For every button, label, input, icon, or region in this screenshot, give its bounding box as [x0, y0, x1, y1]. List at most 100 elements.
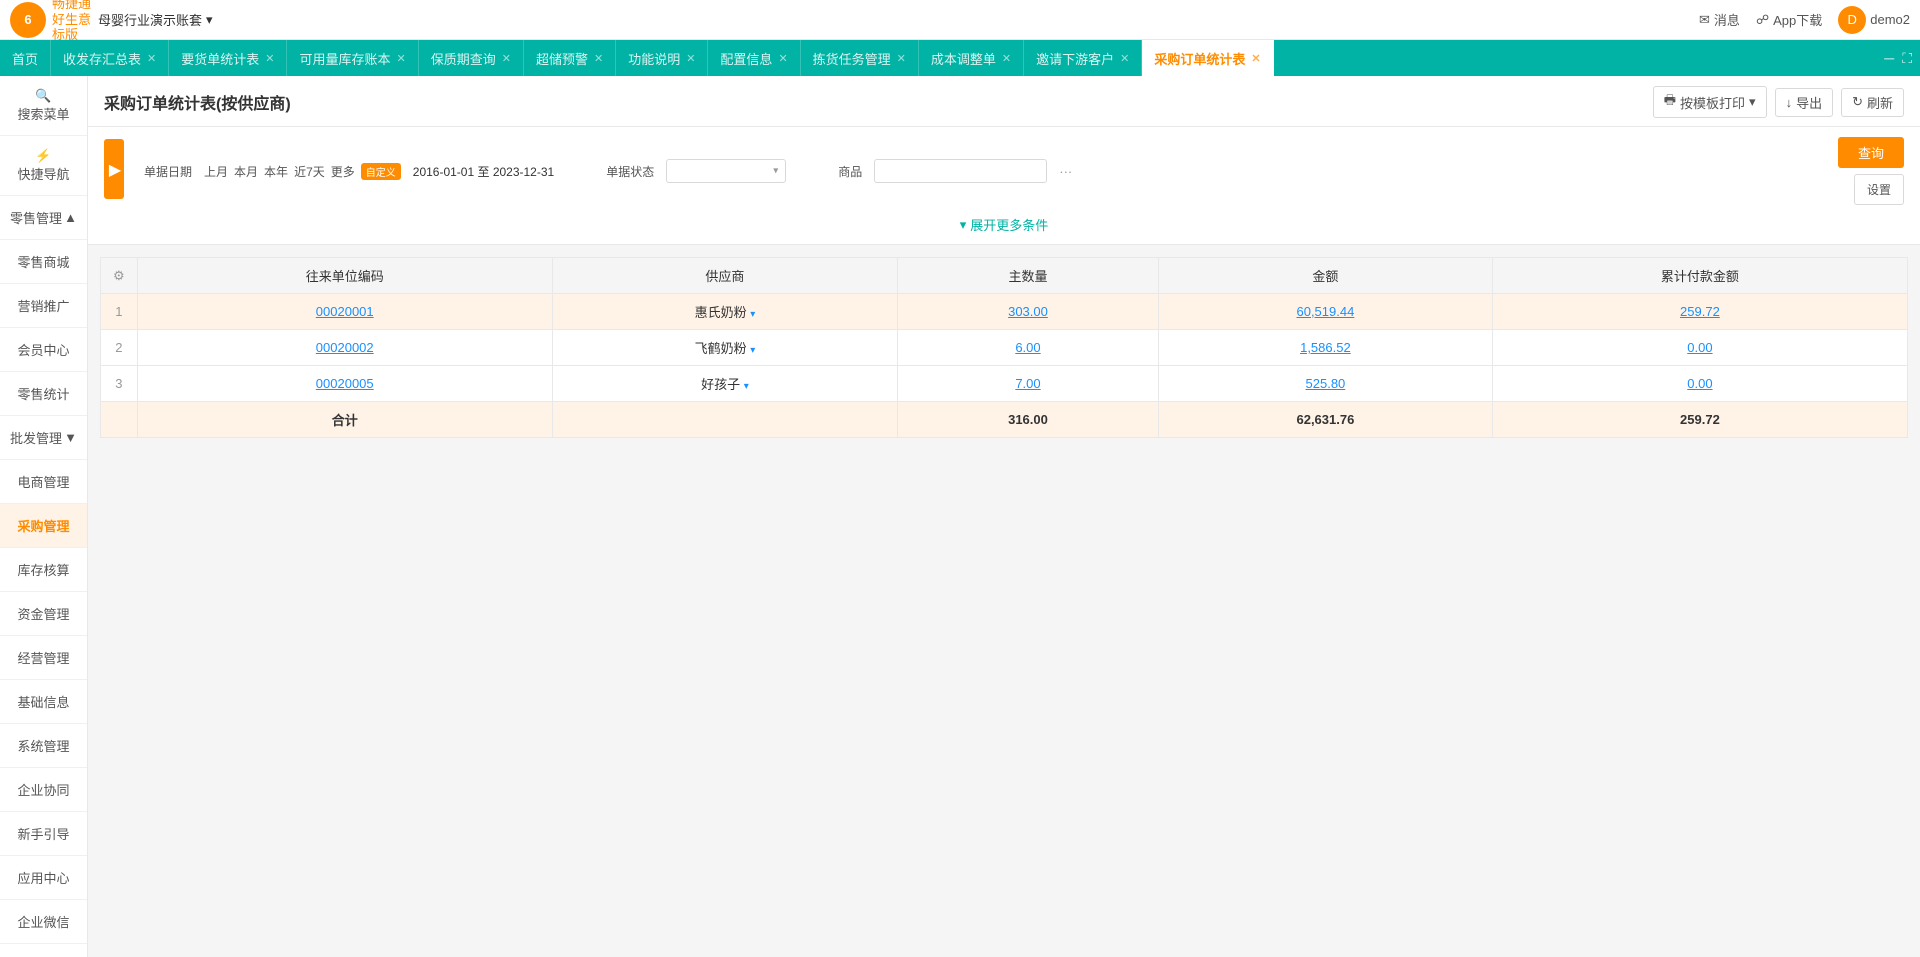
shortcut-this-month[interactable]: 本月: [234, 163, 258, 180]
more-dots-icon[interactable]: ···: [1059, 164, 1072, 179]
tab-receive-summary[interactable]: 收发存汇总表 ✕: [51, 40, 169, 76]
nav-minimize-icon[interactable]: ─: [1884, 50, 1894, 66]
close-order-summary-icon[interactable]: ✕: [265, 52, 274, 65]
sidebar-item-inventory[interactable]: 库存核算: [0, 548, 87, 592]
sidebar-item-app-center[interactable]: 应用中心: [0, 856, 87, 900]
gear-icon[interactable]: ⚙: [113, 268, 125, 283]
nav-maximize-icon[interactable]: ⛶: [1902, 50, 1912, 67]
sidebar-item-new-guide[interactable]: 新手引导: [0, 812, 87, 856]
code-link-1[interactable]: 00020002: [316, 340, 374, 355]
amount-link-2[interactable]: 525.80: [1306, 376, 1346, 391]
qty-link-1[interactable]: 6.00: [1015, 340, 1040, 355]
sidebar-item-sys-mgmt[interactable]: 系统管理: [0, 724, 87, 768]
sidebar-item-vip-member[interactable]: 畅会员: [0, 944, 87, 957]
tab-pick-task[interactable]: 拣货任务管理 ✕: [801, 40, 919, 76]
btn-template-label: 按模板打印: [1680, 93, 1745, 112]
paid-link-0[interactable]: 259.72: [1680, 304, 1720, 319]
sidebar-item-member-center[interactable]: 会员中心: [0, 328, 87, 372]
shortcut-7days[interactable]: 近7天: [294, 163, 325, 180]
sidebar-item-retail-stat[interactable]: 零售统计: [0, 372, 87, 416]
close-pick-task-icon[interactable]: ✕: [897, 52, 906, 65]
footer-paid: 259.72: [1492, 402, 1907, 438]
tab-cost-adjust[interactable]: 成本调整单 ✕: [919, 40, 1024, 76]
workspace-name: 母婴行业演示账套: [98, 10, 202, 29]
filter-actions: 查询 设置: [1838, 137, 1904, 205]
close-shelf-life-icon[interactable]: ✕: [502, 52, 511, 65]
sidebar-item-retail-mgmt[interactable]: 零售管理 ▲: [0, 196, 87, 240]
sidebar-item-ops-mgmt[interactable]: 经营管理: [0, 636, 87, 680]
sidebar-item-wholesale-mgmt[interactable]: 批发管理 ▼: [0, 416, 87, 460]
sidebar-item-enterprise-wechat[interactable]: 企业微信: [0, 900, 87, 944]
message-btn[interactable]: ✉ 消息: [1699, 10, 1740, 29]
close-purchase-summary-icon[interactable]: ✕: [1251, 52, 1260, 65]
refresh-icon: ↻: [1852, 94, 1863, 110]
sidebar-item-marketing[interactable]: 营销推广: [0, 284, 87, 328]
code-link-2[interactable]: 00020005: [316, 376, 374, 391]
amount-link-0[interactable]: 60,519.44: [1296, 304, 1354, 319]
app-download-btn[interactable]: ☍ App下载: [1756, 10, 1822, 29]
tab-purchase-summary[interactable]: 采购订单统计表 ✕: [1142, 40, 1273, 76]
close-config-info-icon[interactable]: ✕: [778, 52, 787, 65]
close-receive-summary-icon[interactable]: ✕: [147, 52, 156, 65]
paid-link-2[interactable]: 0.00: [1687, 376, 1712, 391]
expand-more-btn[interactable]: ▾ 展开更多条件: [960, 215, 1049, 234]
shortcut-this-year[interactable]: 本年: [264, 163, 288, 180]
close-feature-desc-icon[interactable]: ✕: [686, 52, 695, 65]
page-header: 采购订单统计表(按供应商) 🖶 按模板打印 ▾ ↓ 导出 ↻ 刷新: [88, 76, 1920, 127]
sidebar-ops-mgmt-label: 经营管理: [0, 648, 87, 667]
logo-area: 6 畅捷通好生意 标版: [10, 0, 98, 43]
shortcut-last-month[interactable]: 上月: [204, 163, 228, 180]
avatar: D: [1838, 6, 1866, 34]
sidebar-purchase-mgmt-label: 采购管理: [0, 516, 87, 535]
btn-query[interactable]: 查询: [1838, 137, 1904, 168]
tab-available-stock[interactable]: 可用量库存账本 ✕: [287, 40, 418, 76]
data-table: ⚙ 往来单位编码 供应商 主数量 金额 累计付款金额 1 00020001 惠氏…: [100, 257, 1908, 438]
cell-supplier-2: 好孩子 ▾: [552, 366, 897, 402]
tab-order-summary[interactable]: 要货单统计表 ✕: [169, 40, 287, 76]
cell-num-0: 1: [101, 294, 138, 330]
date-filter-label: 单据日期: [144, 163, 192, 180]
code-link-0[interactable]: 00020001: [316, 304, 374, 319]
close-invite-downstream-icon[interactable]: ✕: [1120, 52, 1129, 65]
sidebar-basic-info-label: 基础信息: [0, 692, 87, 711]
close-available-stock-icon[interactable]: ✕: [397, 52, 406, 65]
close-overstock-alert-icon[interactable]: ✕: [594, 52, 603, 65]
sidebar-item-enterprise-collab[interactable]: 企业协同: [0, 768, 87, 812]
collapse-btn[interactable]: ▶: [104, 139, 124, 199]
custom-badge: 自定义: [361, 163, 401, 180]
tab-feature-desc[interactable]: 功能说明 ✕: [616, 40, 708, 76]
tab-shelf-life[interactable]: 保质期查询 ✕: [419, 40, 524, 76]
sidebar-app-center-label: 应用中心: [0, 868, 87, 887]
btn-template-print[interactable]: 🖶 按模板打印 ▾: [1653, 86, 1767, 118]
shortcut-more[interactable]: 更多: [331, 163, 355, 180]
tab-config-info[interactable]: 配置信息 ✕: [708, 40, 800, 76]
product-filter-input[interactable]: [874, 159, 1047, 183]
col-header-amount: 金额: [1158, 258, 1492, 294]
btn-refresh[interactable]: ↻ 刷新: [1841, 88, 1904, 117]
logo-title: 畅捷通好生意: [52, 0, 98, 27]
sidebar-item-retail-shop[interactable]: 零售商城: [0, 240, 87, 284]
paid-link-1[interactable]: 0.00: [1687, 340, 1712, 355]
sidebar-item-finance[interactable]: 资金管理: [0, 592, 87, 636]
col-header-quantity: 主数量: [897, 258, 1158, 294]
btn-filter-settings[interactable]: 设置: [1854, 174, 1904, 205]
sidebar-item-ecommerce[interactable]: 电商管理: [0, 460, 87, 504]
sidebar-item-purchase-mgmt[interactable]: 采购管理: [0, 504, 87, 548]
tab-home[interactable]: 首页: [0, 40, 51, 76]
col-header-paid: 累计付款金额: [1492, 258, 1907, 294]
close-cost-adjust-icon[interactable]: ✕: [1002, 52, 1011, 65]
tab-overstock-alert[interactable]: 超储预警 ✕: [524, 40, 616, 76]
status-select[interactable]: [666, 159, 786, 183]
btn-refresh-label: 刷新: [1867, 93, 1893, 112]
qty-link-2[interactable]: 7.00: [1015, 376, 1040, 391]
tab-pick-task-label: 拣货任务管理: [813, 49, 891, 68]
user-menu[interactable]: D demo2: [1838, 6, 1910, 34]
sidebar-item-basic-info[interactable]: 基础信息: [0, 680, 87, 724]
amount-link-1[interactable]: 1,586.52: [1300, 340, 1351, 355]
qty-link-0[interactable]: 303.00: [1008, 304, 1048, 319]
sidebar-item-quick-nav[interactable]: ⚡ 快捷导航: [0, 136, 87, 196]
workspace-selector[interactable]: 母婴行业演示账套 ▾: [98, 10, 1699, 29]
sidebar-item-search[interactable]: 🔍 搜索菜单: [0, 76, 87, 136]
tab-invite-downstream[interactable]: 邀请下游客户 ✕: [1024, 40, 1142, 76]
btn-export[interactable]: ↓ 导出: [1775, 88, 1834, 117]
